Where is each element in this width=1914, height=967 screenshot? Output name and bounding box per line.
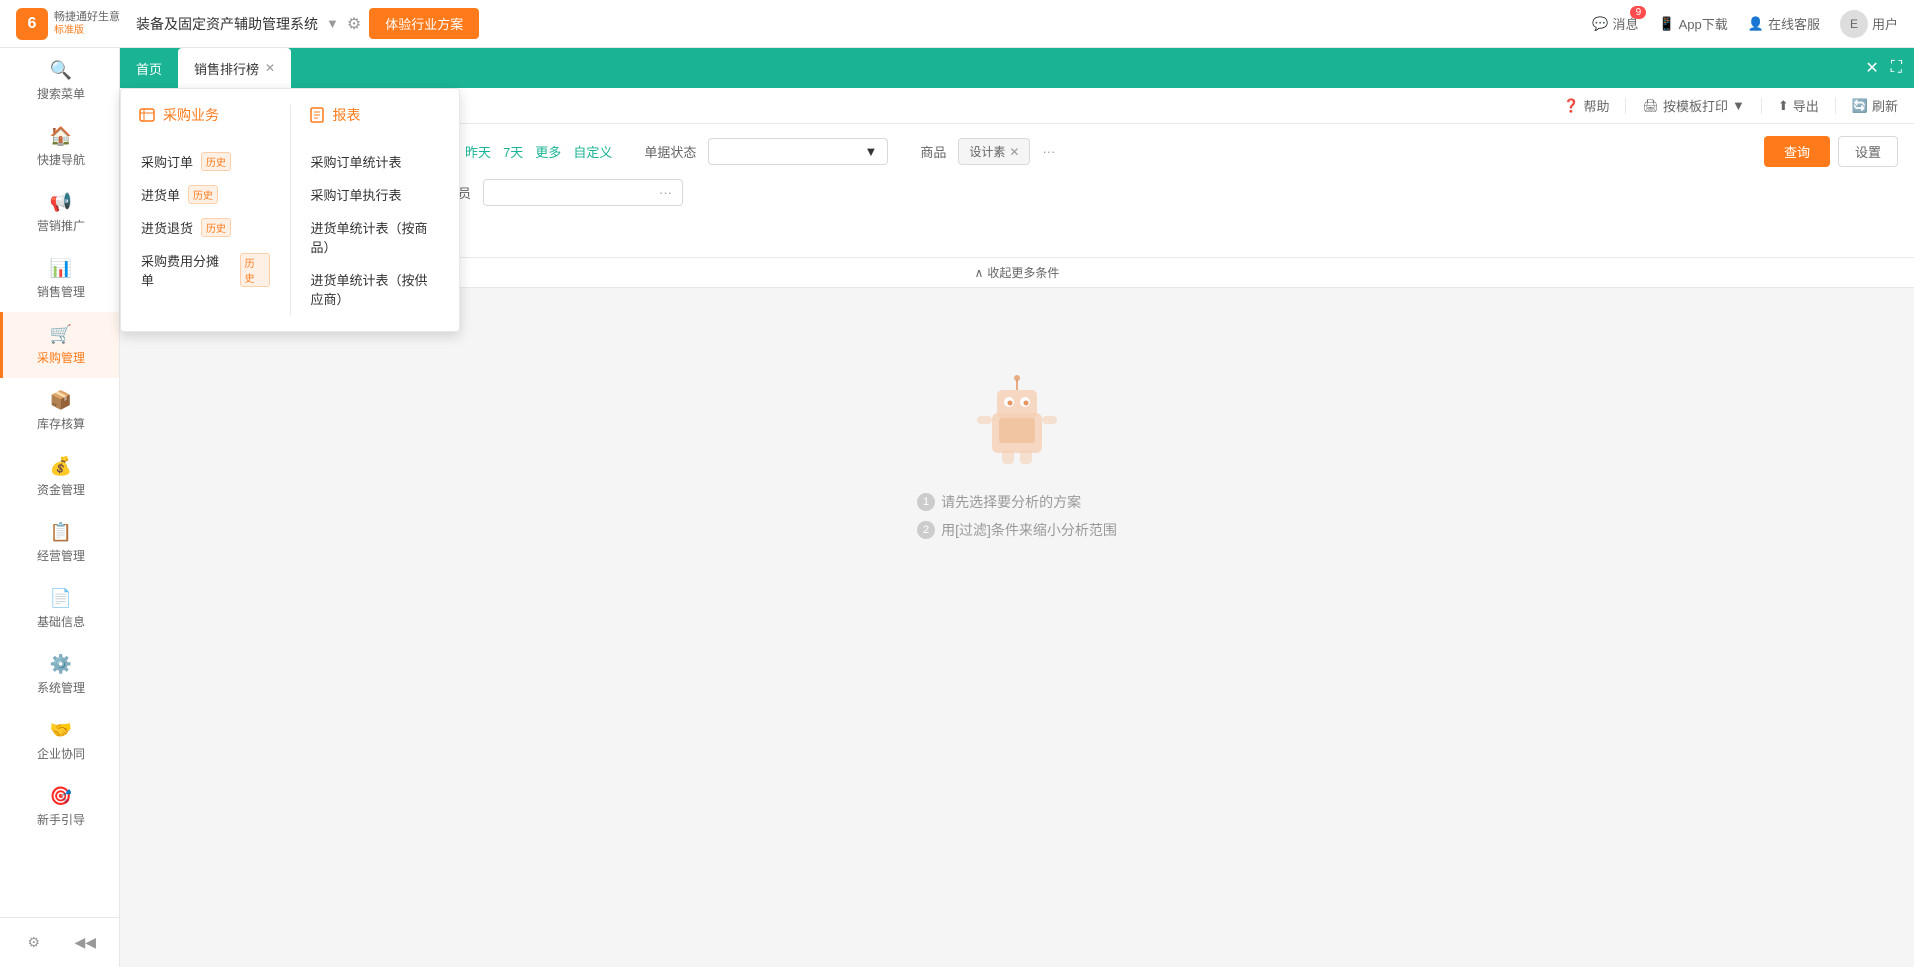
purchase-dropdown-menu: 采购业务 采购订单 历史 进货单 历史 进货退货 历史 采购费用分摊单 历史 <box>120 88 460 332</box>
purchase-section-label: 采购业务 <box>163 105 219 125</box>
menu-item-purchase-order-stat-label: 采购订单统计表 <box>311 152 402 171</box>
menu-item-purchase-order-label: 采购订单 <box>141 152 193 171</box>
stock-return-history-badge: 历史 <box>201 218 231 237</box>
purchase-expense-history-badge: 历史 <box>240 253 270 287</box>
purchase-section: 采购业务 采购订单 历史 进货单 历史 进货退货 历史 采购费用分摊单 历史 <box>137 105 274 315</box>
menu-item-stock-return-label: 进货退货 <box>141 218 193 237</box>
menu-item-stock-in-label: 进货单 <box>141 185 180 204</box>
purchase-section-title: 采购业务 <box>137 105 274 133</box>
menu-item-purchase-expense[interactable]: 采购费用分摊单 历史 <box>137 244 274 296</box>
menu-item-purchase-order-stat[interactable]: 采购订单统计表 <box>307 145 444 178</box>
menu-item-purchase-order-exec[interactable]: 采购订单执行表 <box>307 178 444 211</box>
menu-item-purchase-order[interactable]: 采购订单 历史 <box>137 145 274 178</box>
menu-divider <box>290 105 291 315</box>
menu-item-stock-return[interactable]: 进货退货 历史 <box>137 211 274 244</box>
menu-item-stock-stat-goods-label: 进货单统计表（按商品） <box>311 218 440 256</box>
menu-item-purchase-order-exec-label: 采购订单执行表 <box>311 185 402 204</box>
stock-in-history-badge: 历史 <box>188 185 218 204</box>
report-section-title: 报表 <box>307 105 444 133</box>
menu-item-stock-stat-goods[interactable]: 进货单统计表（按商品） <box>307 211 444 263</box>
report-section-label: 报表 <box>333 105 361 125</box>
menu-item-purchase-expense-label: 采购费用分摊单 <box>141 251 232 289</box>
menu-item-stock-stat-supplier[interactable]: 进货单统计表（按供应商） <box>307 263 444 315</box>
menu-item-stock-in[interactable]: 进货单 历史 <box>137 178 274 211</box>
report-section-icon <box>307 105 327 125</box>
purchase-order-history-badge: 历史 <box>201 152 231 171</box>
menu-item-stock-stat-supplier-label: 进货单统计表（按供应商） <box>311 270 440 308</box>
purchase-section-icon <box>137 105 157 125</box>
report-section: 报表 采购订单统计表 采购订单执行表 进货单统计表（按商品） 进货单统计表（按供… <box>307 105 444 315</box>
